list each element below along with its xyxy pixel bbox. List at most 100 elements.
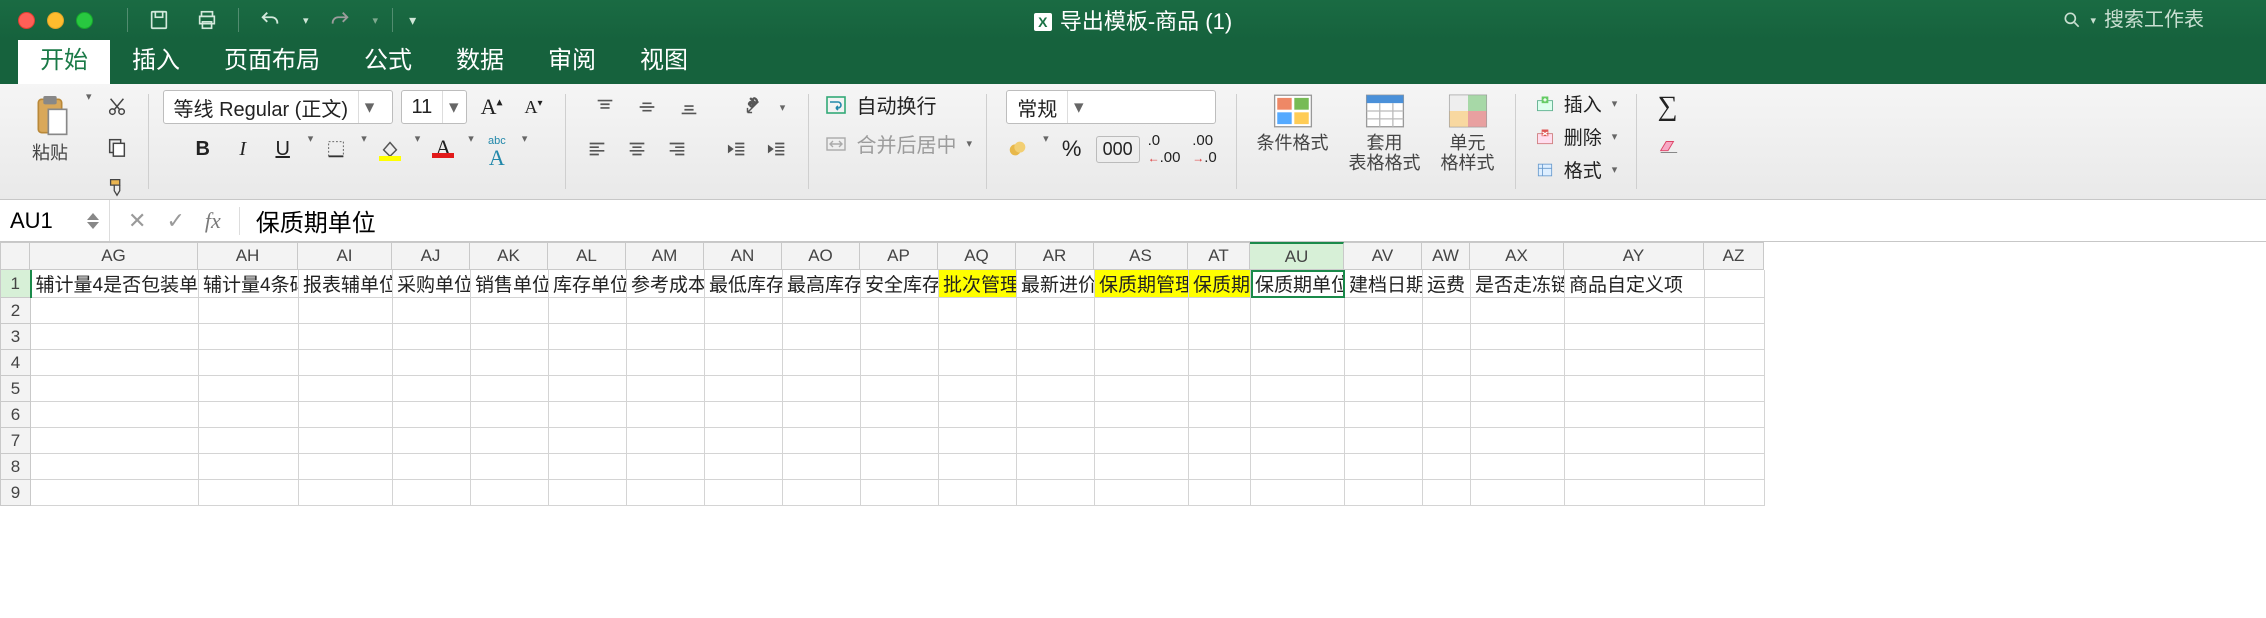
cell[interactable]: [1705, 324, 1765, 350]
cell[interactable]: [471, 480, 549, 506]
cell-styles-button[interactable]: 单元 格样式: [1435, 90, 1501, 176]
cell[interactable]: [1705, 270, 1765, 298]
percent-icon[interactable]: %: [1055, 132, 1089, 166]
save-icon[interactable]: [142, 3, 176, 37]
cell[interactable]: [549, 350, 627, 376]
cell[interactable]: [1565, 454, 1705, 480]
cell[interactable]: 辅计量4是否包装单位: [31, 270, 199, 298]
column-header[interactable]: AX: [1470, 242, 1564, 270]
cell[interactable]: [299, 324, 393, 350]
cell[interactable]: [861, 480, 939, 506]
cell[interactable]: [705, 298, 783, 324]
column-header[interactable]: AM: [626, 242, 704, 270]
format-cells-button[interactable]: 格式▾: [1534, 156, 1618, 183]
column-header[interactable]: AT: [1188, 242, 1250, 270]
cell[interactable]: [393, 402, 471, 428]
italic-button[interactable]: I: [226, 132, 260, 166]
column-header[interactable]: AP: [860, 242, 938, 270]
cell[interactable]: [627, 454, 705, 480]
bold-button[interactable]: B: [186, 132, 220, 166]
cell[interactable]: [471, 350, 549, 376]
cell[interactable]: [549, 428, 627, 454]
cell[interactable]: [861, 376, 939, 402]
cell[interactable]: [31, 428, 199, 454]
close-window-icon[interactable]: [18, 12, 35, 29]
cell[interactable]: [1017, 428, 1095, 454]
spreadsheet-grid[interactable]: AGAHAIAJAKALAMANAOAPAQARASATAUAVAWAXAYAZ…: [0, 242, 2266, 506]
cell[interactable]: [471, 454, 549, 480]
cell[interactable]: 商品自定义项: [1565, 270, 1705, 298]
cell[interactable]: [705, 454, 783, 480]
cell[interactable]: [1251, 480, 1345, 506]
cell[interactable]: [1705, 428, 1765, 454]
cell[interactable]: [1095, 402, 1189, 428]
cell[interactable]: [705, 376, 783, 402]
cell[interactable]: 运费: [1423, 270, 1471, 298]
cell[interactable]: [1705, 480, 1765, 506]
cell[interactable]: [1345, 298, 1423, 324]
increase-decimal-icon[interactable]: .0←.00: [1147, 132, 1182, 166]
orientation-icon[interactable]: ab: [736, 90, 770, 124]
cell[interactable]: [1565, 350, 1705, 376]
cell[interactable]: [705, 428, 783, 454]
cell[interactable]: 库存单位: [549, 270, 627, 298]
cell[interactable]: [939, 428, 1017, 454]
cell[interactable]: [1189, 480, 1251, 506]
cell[interactable]: [939, 480, 1017, 506]
cell[interactable]: 最新进价: [1017, 270, 1095, 298]
cell[interactable]: [939, 298, 1017, 324]
decrease-font-icon[interactable]: A▾: [517, 90, 551, 124]
cell[interactable]: [861, 402, 939, 428]
cell[interactable]: [1471, 376, 1565, 402]
cell[interactable]: [1471, 298, 1565, 324]
cell[interactable]: [1189, 298, 1251, 324]
cell[interactable]: [1345, 350, 1423, 376]
cell[interactable]: [1345, 454, 1423, 480]
search-area[interactable]: ▾: [2062, 9, 2266, 32]
wrap-text-button[interactable]: 自动换行: [823, 90, 973, 119]
cell[interactable]: [1017, 402, 1095, 428]
cancel-formula-icon[interactable]: ✕: [128, 208, 146, 234]
decrease-indent-icon[interactable]: [720, 132, 754, 166]
cell[interactable]: [1423, 324, 1471, 350]
qat-customize-icon[interactable]: ▾: [407, 12, 416, 29]
cell[interactable]: [1345, 402, 1423, 428]
cell[interactable]: 保质期管理: [1095, 270, 1189, 298]
cell[interactable]: [1705, 376, 1765, 402]
namebox-stepper[interactable]: [87, 213, 99, 229]
cell[interactable]: 最低库存: [705, 270, 783, 298]
phonetic-button[interactable]: abcA: [480, 132, 514, 166]
undo-icon[interactable]: [253, 3, 287, 37]
cell[interactable]: [1705, 402, 1765, 428]
autosum-icon[interactable]: ∑: [1651, 90, 1685, 124]
cell[interactable]: 保质期单位: [1251, 270, 1345, 298]
cell[interactable]: [1017, 480, 1095, 506]
cell[interactable]: [1423, 480, 1471, 506]
cell[interactable]: [299, 428, 393, 454]
fill-color-button[interactable]: [373, 132, 407, 166]
insert-cells-button[interactable]: 插入▾: [1534, 90, 1618, 117]
cell[interactable]: 采购单位: [393, 270, 471, 298]
paste-button[interactable]: 粘贴: [24, 90, 76, 166]
cell[interactable]: [1423, 376, 1471, 402]
cell[interactable]: [1423, 298, 1471, 324]
cell[interactable]: [299, 454, 393, 480]
cell[interactable]: [393, 428, 471, 454]
column-header[interactable]: AR: [1016, 242, 1094, 270]
cell[interactable]: [939, 454, 1017, 480]
row-header[interactable]: 6: [1, 402, 31, 428]
column-header[interactable]: AQ: [938, 242, 1016, 270]
increase-font-icon[interactable]: A▴: [475, 90, 509, 124]
cell[interactable]: [1345, 376, 1423, 402]
cell[interactable]: [393, 376, 471, 402]
row-header[interactable]: 7: [1, 428, 31, 454]
cell[interactable]: [627, 298, 705, 324]
name-box[interactable]: [0, 200, 110, 241]
cell[interactable]: 安全库存: [861, 270, 939, 298]
row-header[interactable]: 3: [1, 324, 31, 350]
column-header[interactable]: AY: [1564, 242, 1704, 270]
cell[interactable]: 批次管理: [939, 270, 1017, 298]
font-color-button[interactable]: A: [426, 132, 460, 166]
cell[interactable]: 保质期: [1189, 270, 1251, 298]
cell[interactable]: [783, 454, 861, 480]
